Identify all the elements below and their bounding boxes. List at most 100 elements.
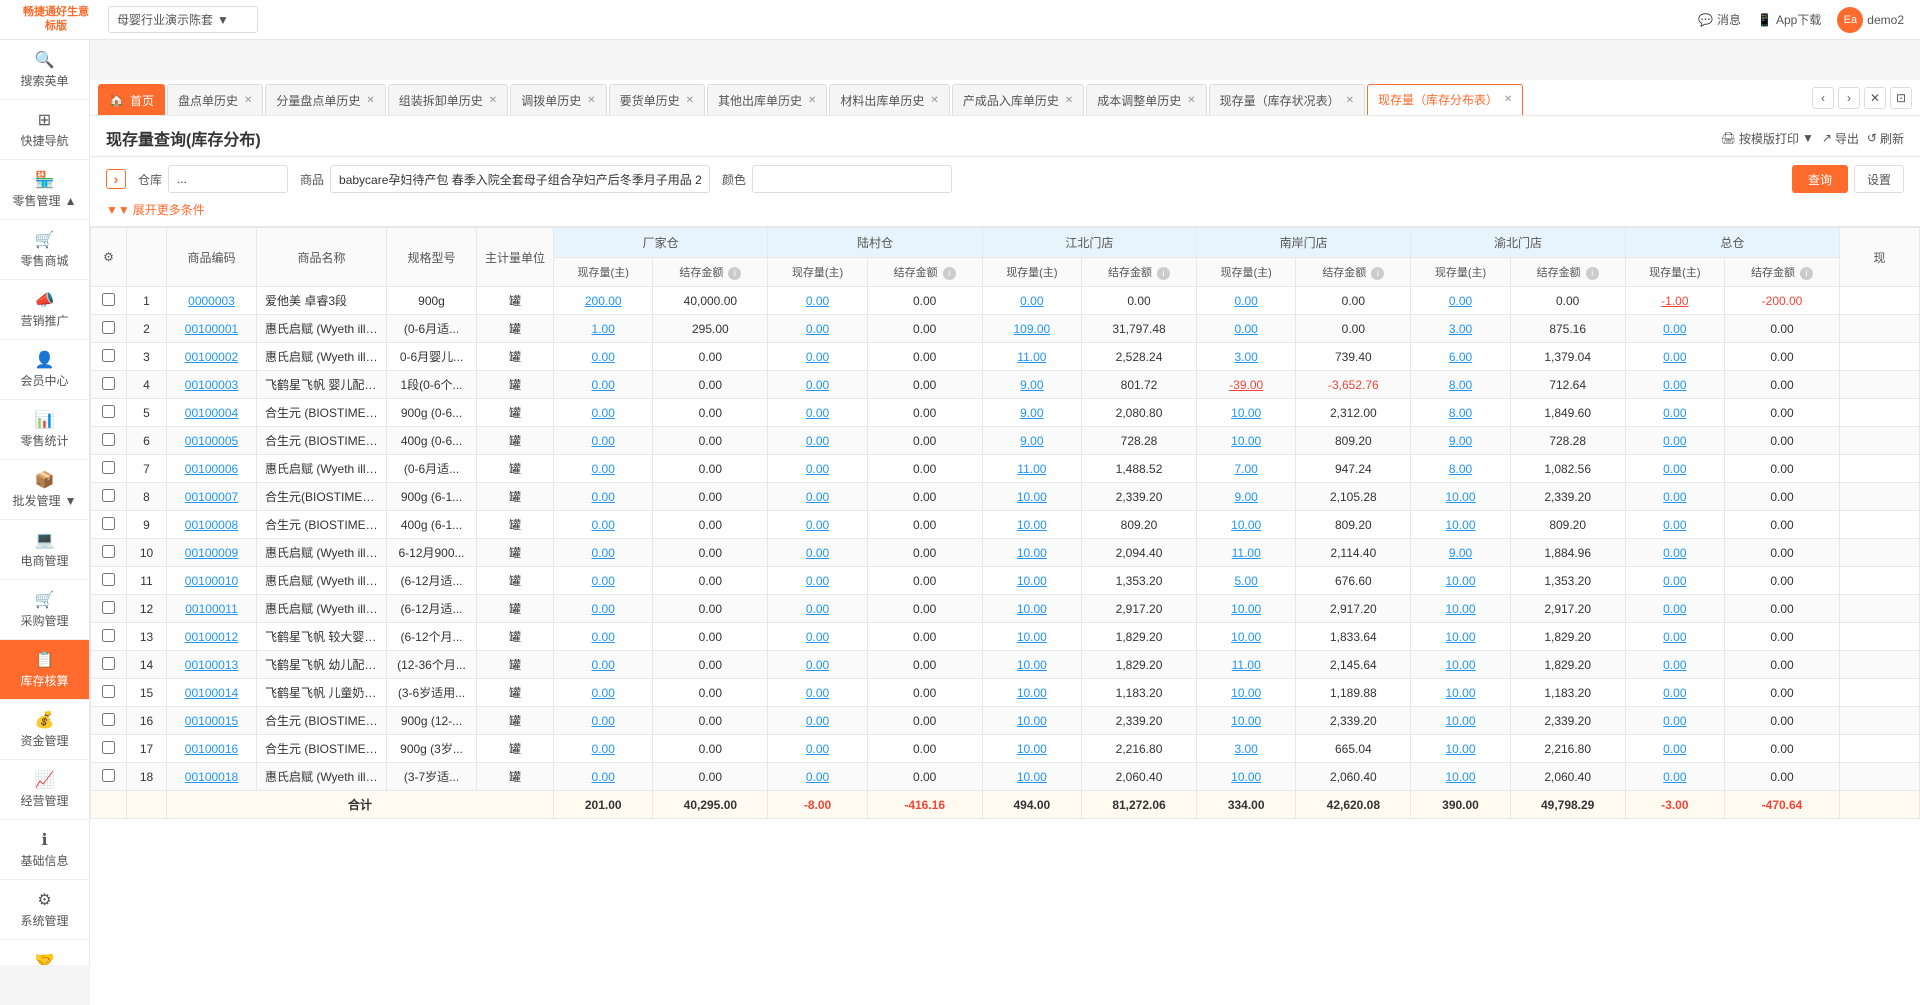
col-check[interactable] bbox=[91, 511, 127, 539]
col-cur-qty bbox=[1840, 567, 1920, 595]
filter-expand-icon[interactable]: › bbox=[106, 169, 126, 189]
info-icon[interactable]: i bbox=[1800, 267, 1813, 280]
tab-close-icon[interactable]: ✕ bbox=[244, 95, 252, 106]
footer-cur-qty bbox=[1840, 791, 1920, 819]
sidebar-item-retail-mgmt[interactable]: 🏪 零售管理 ▲ bbox=[0, 160, 89, 220]
tab-close-icon[interactable]: ✕ bbox=[366, 95, 374, 106]
tab-close-icon[interactable]: ✕ bbox=[587, 95, 595, 106]
tab-close-icon[interactable]: ✕ bbox=[1065, 95, 1073, 106]
tab-close-icon[interactable]: ✕ bbox=[930, 95, 938, 106]
sidebar-item-enterprise[interactable]: 🤝 企业协同 bbox=[0, 940, 89, 965]
tab-home[interactable]: 🏠 首页 bbox=[98, 84, 165, 116]
print-button[interactable]: 🖨 按模版打印 ▼ bbox=[1721, 130, 1814, 147]
color-input[interactable] bbox=[752, 165, 952, 193]
tab-stock-status[interactable]: 现存量（库存状况表） ✕ bbox=[1209, 84, 1365, 116]
tab-cost-adjust[interactable]: 成本调整单历史 ✕ bbox=[1086, 84, 1206, 116]
col-check[interactable] bbox=[91, 679, 127, 707]
info-icon[interactable]: i bbox=[943, 267, 956, 280]
message-icon: 💬 bbox=[1698, 13, 1713, 27]
tab-close-icon[interactable]: ✕ bbox=[808, 95, 816, 106]
logo: 畅捷通好生意 标版 bbox=[16, 6, 96, 32]
warehouse-placeholder: ... bbox=[177, 172, 187, 186]
tab-label: 成本调整单历史 bbox=[1097, 92, 1181, 109]
tabs-close-button[interactable]: ✕ bbox=[1864, 87, 1886, 109]
col-check[interactable] bbox=[91, 567, 127, 595]
sidebar-item-marketing[interactable]: 📣 营销推广 bbox=[0, 280, 89, 340]
col-check[interactable] bbox=[91, 343, 127, 371]
col-no: 10 bbox=[127, 539, 167, 567]
tab-combo-split[interactable]: 组装拆卸单历史 ✕ bbox=[388, 84, 508, 116]
col-check[interactable] bbox=[91, 595, 127, 623]
col-check[interactable] bbox=[91, 623, 127, 651]
app-download-link[interactable]: 📱 App下载 bbox=[1757, 11, 1821, 28]
expand-more-button[interactable]: ▼▼ 展开更多条件 bbox=[106, 201, 1904, 218]
export-button[interactable]: ↗ 导出 bbox=[1822, 130, 1859, 147]
col-check[interactable] bbox=[91, 315, 127, 343]
sidebar-item-purchase[interactable]: 🛒 采购管理 bbox=[0, 580, 89, 640]
tab-transfer[interactable]: 调拨单历史 ✕ bbox=[510, 84, 606, 116]
col-check[interactable] bbox=[91, 287, 127, 315]
tabs-prev-button[interactable]: ‹ bbox=[1812, 87, 1834, 109]
col-check[interactable] bbox=[91, 371, 127, 399]
col-code: 00100001 bbox=[167, 315, 257, 343]
sidebar-item-retail-stats[interactable]: 📊 零售统计 bbox=[0, 400, 89, 460]
tab-other-out[interactable]: 其他出库单历史 ✕ bbox=[707, 84, 827, 116]
sidebar-item-quicknav[interactable]: ⊞ 快捷导航 bbox=[0, 100, 89, 160]
query-button[interactable]: 查询 bbox=[1792, 165, 1848, 193]
info-icon[interactable]: i bbox=[728, 267, 741, 280]
sidebar-item-member[interactable]: 👤 会员中心 bbox=[0, 340, 89, 400]
tab-inventory-check[interactable]: 盘点单历史 ✕ bbox=[167, 84, 263, 116]
info-icon[interactable]: i bbox=[1371, 267, 1384, 280]
sidebar-item-search[interactable]: 🔍 搜索英单 bbox=[0, 40, 89, 100]
sidebar-item-basics[interactable]: ℹ 基础信息 bbox=[0, 820, 89, 880]
col-spec: (6-12个月... bbox=[387, 623, 477, 651]
tabs-expand-button[interactable]: ⊡ bbox=[1890, 87, 1912, 109]
sidebar-item-ecommerce[interactable]: 💻 电商管理 bbox=[0, 520, 89, 580]
col-check[interactable] bbox=[91, 539, 127, 567]
sidebar-item-wholesale[interactable]: 📦 批发管理 ▼ bbox=[0, 460, 89, 520]
col-check[interactable] bbox=[91, 735, 127, 763]
user-profile[interactable]: Ea demo2 bbox=[1837, 7, 1904, 33]
industry-selector[interactable]: 母婴行业演示陈套 ▼ bbox=[108, 6, 258, 33]
col-check[interactable] bbox=[91, 483, 127, 511]
tab-close-icon[interactable]: ✕ bbox=[1346, 95, 1354, 106]
tab-dist-check[interactable]: 分量盘点单历史 ✕ bbox=[265, 84, 385, 116]
footer-fj-amt: 40,295.00 bbox=[653, 791, 768, 819]
tab-close-icon[interactable]: ✕ bbox=[1504, 94, 1512, 105]
col-yb-amt: 1,884.96 bbox=[1510, 539, 1625, 567]
message-link[interactable]: 💬 消息 bbox=[1698, 11, 1741, 28]
tab-material-out[interactable]: 材料出库单历史 ✕ bbox=[829, 84, 949, 116]
warehouse-input[interactable]: ... bbox=[168, 165, 288, 193]
col-check[interactable] bbox=[91, 427, 127, 455]
tab-requisition[interactable]: 要货单历史 ✕ bbox=[609, 84, 705, 116]
tab-close-icon[interactable]: ✕ bbox=[1187, 95, 1195, 106]
goods-input[interactable] bbox=[330, 165, 710, 193]
tab-close-icon[interactable]: ✕ bbox=[489, 95, 497, 106]
col-settings[interactable]: ⚙ bbox=[91, 228, 127, 287]
col-check[interactable] bbox=[91, 707, 127, 735]
col-unit: 罐 bbox=[477, 651, 554, 679]
sidebar-item-system[interactable]: ⚙ 系统管理 bbox=[0, 880, 89, 940]
info-icon[interactable]: i bbox=[1586, 267, 1599, 280]
col-jb-qty-header: 现存量(主) bbox=[982, 258, 1081, 287]
tabs-next-button[interactable]: › bbox=[1838, 87, 1860, 109]
search-icon: 🔍 bbox=[0, 50, 89, 70]
sidebar-item-inventory[interactable]: 📋 库存核算 bbox=[0, 640, 89, 700]
refresh-button[interactable]: ↺ 刷新 bbox=[1867, 130, 1904, 147]
sidebar-item-operations[interactable]: 📈 经营管理 bbox=[0, 760, 89, 820]
sidebar-item-retail-shop[interactable]: 🛒 零售商城 bbox=[0, 220, 89, 280]
col-check[interactable] bbox=[91, 763, 127, 791]
col-jb-amt: 801.72 bbox=[1082, 371, 1197, 399]
sidebar-item-finance[interactable]: 💰 资金管理 bbox=[0, 700, 89, 760]
tab-label: 首页 bbox=[130, 92, 154, 109]
settings-button[interactable]: 设置 bbox=[1854, 165, 1904, 193]
info-icon[interactable]: i bbox=[1157, 267, 1170, 280]
col-check[interactable] bbox=[91, 651, 127, 679]
col-check[interactable] bbox=[91, 399, 127, 427]
col-check[interactable] bbox=[91, 455, 127, 483]
tab-product-in[interactable]: 产成品入库单历史 ✕ bbox=[952, 84, 1084, 116]
col-na-qty: 11.00 bbox=[1197, 539, 1296, 567]
tab-stock-dist[interactable]: 现存量（库存分布表） ✕ bbox=[1367, 84, 1523, 116]
tab-close-icon[interactable]: ✕ bbox=[686, 95, 694, 106]
col-yb-qty: 3.00 bbox=[1411, 315, 1510, 343]
